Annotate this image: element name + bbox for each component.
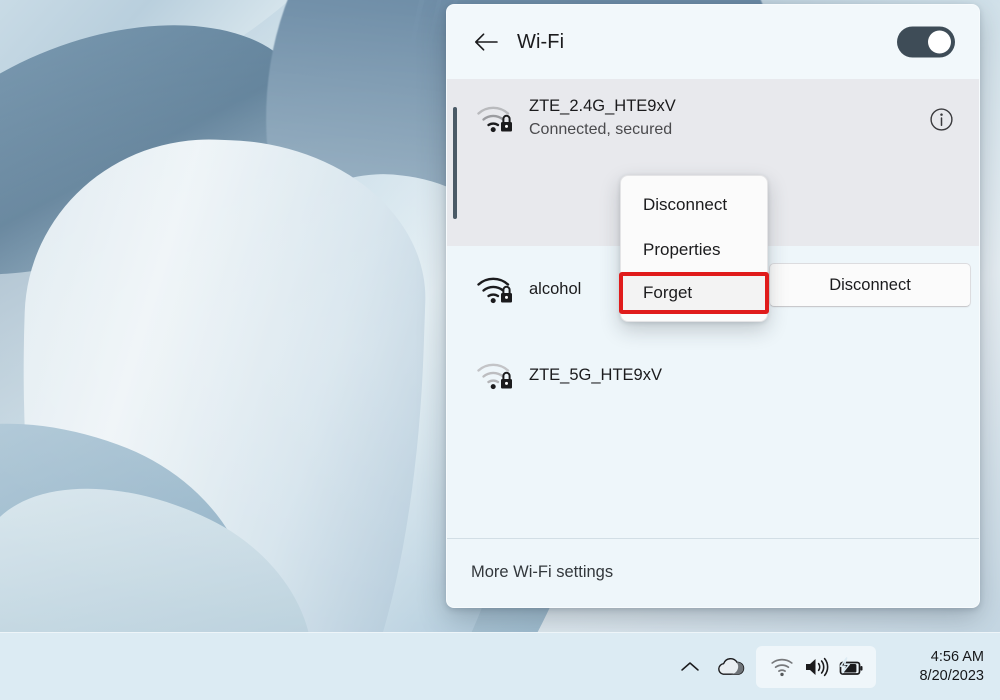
back-button[interactable] [469,25,503,59]
clock-date: 8/20/2023 [919,667,984,684]
network-text: alcohol [529,279,581,300]
disconnect-button[interactable]: Disconnect [769,263,971,307]
screen: Wi-Fi ZTE_2.4G_HTE9xV Connected, secured… [0,0,1000,700]
wifi-flyout-header: Wi-Fi [447,5,979,79]
back-arrow-icon [475,33,498,51]
context-menu-item-properties[interactable]: Properties [621,227,767,272]
taskbar-clock[interactable]: 4:56 AM 8/20/2023 [919,648,984,686]
quick-settings-tray-group[interactable] [756,645,876,688]
network-ssid: alcohol [529,279,582,298]
clock-time: 4:56 AM [930,648,984,665]
onedrive-tray-button[interactable] [710,647,750,687]
wifi-secured-icon [477,277,512,304]
context-menu-item-disconnect[interactable]: Disconnect [621,182,767,227]
info-icon [929,107,953,131]
more-wifi-settings-link[interactable]: More Wi-Fi settings [447,537,979,607]
wifi-signal-icon [471,358,519,392]
wifi-toggle-switch[interactable] [897,26,955,58]
battery-tray-button[interactable] [835,653,865,681]
wifi-tray-button[interactable] [767,653,797,681]
page-title: Wi-Fi [517,30,565,53]
wifi-signal-icon [471,101,519,135]
network-context-menu: Disconnect Properties Forget [619,175,769,322]
context-menu-item-forget[interactable]: Forget [619,272,769,314]
network-ssid: ZTE_2.4G_HTE9xV [529,96,676,115]
taskbar: 4:56 AM 8/20/2023 [0,632,1000,700]
wifi-toggle-knob [928,30,951,54]
wifi-secured-icon [477,106,512,133]
network-row-zte-5g[interactable]: ZTE_5G_HTE9xV [447,332,979,418]
volume-tray-button[interactable] [801,653,831,681]
wifi-secured-icon [477,363,512,390]
chevron-up-icon [681,661,699,671]
battery-charging-icon [839,656,863,675]
network-status: Connected, secured [529,120,673,138]
show-hidden-icons-button[interactable] [670,647,710,687]
speaker-icon [806,657,829,676]
network-info-button[interactable] [925,103,957,135]
wifi-signal-icon [471,272,519,306]
wifi-icon [771,658,793,677]
network-text: ZTE_5G_HTE9xV [529,365,662,386]
cloud-icon [718,657,745,675]
system-tray [670,645,876,688]
network-ssid: ZTE_5G_HTE9xV [529,365,662,384]
connected-network-text: ZTE_2.4G_HTE9xV Connected, secured [529,96,676,141]
network-row-connected[interactable]: ZTE_2.4G_HTE9xV Connected, secured [447,79,979,157]
